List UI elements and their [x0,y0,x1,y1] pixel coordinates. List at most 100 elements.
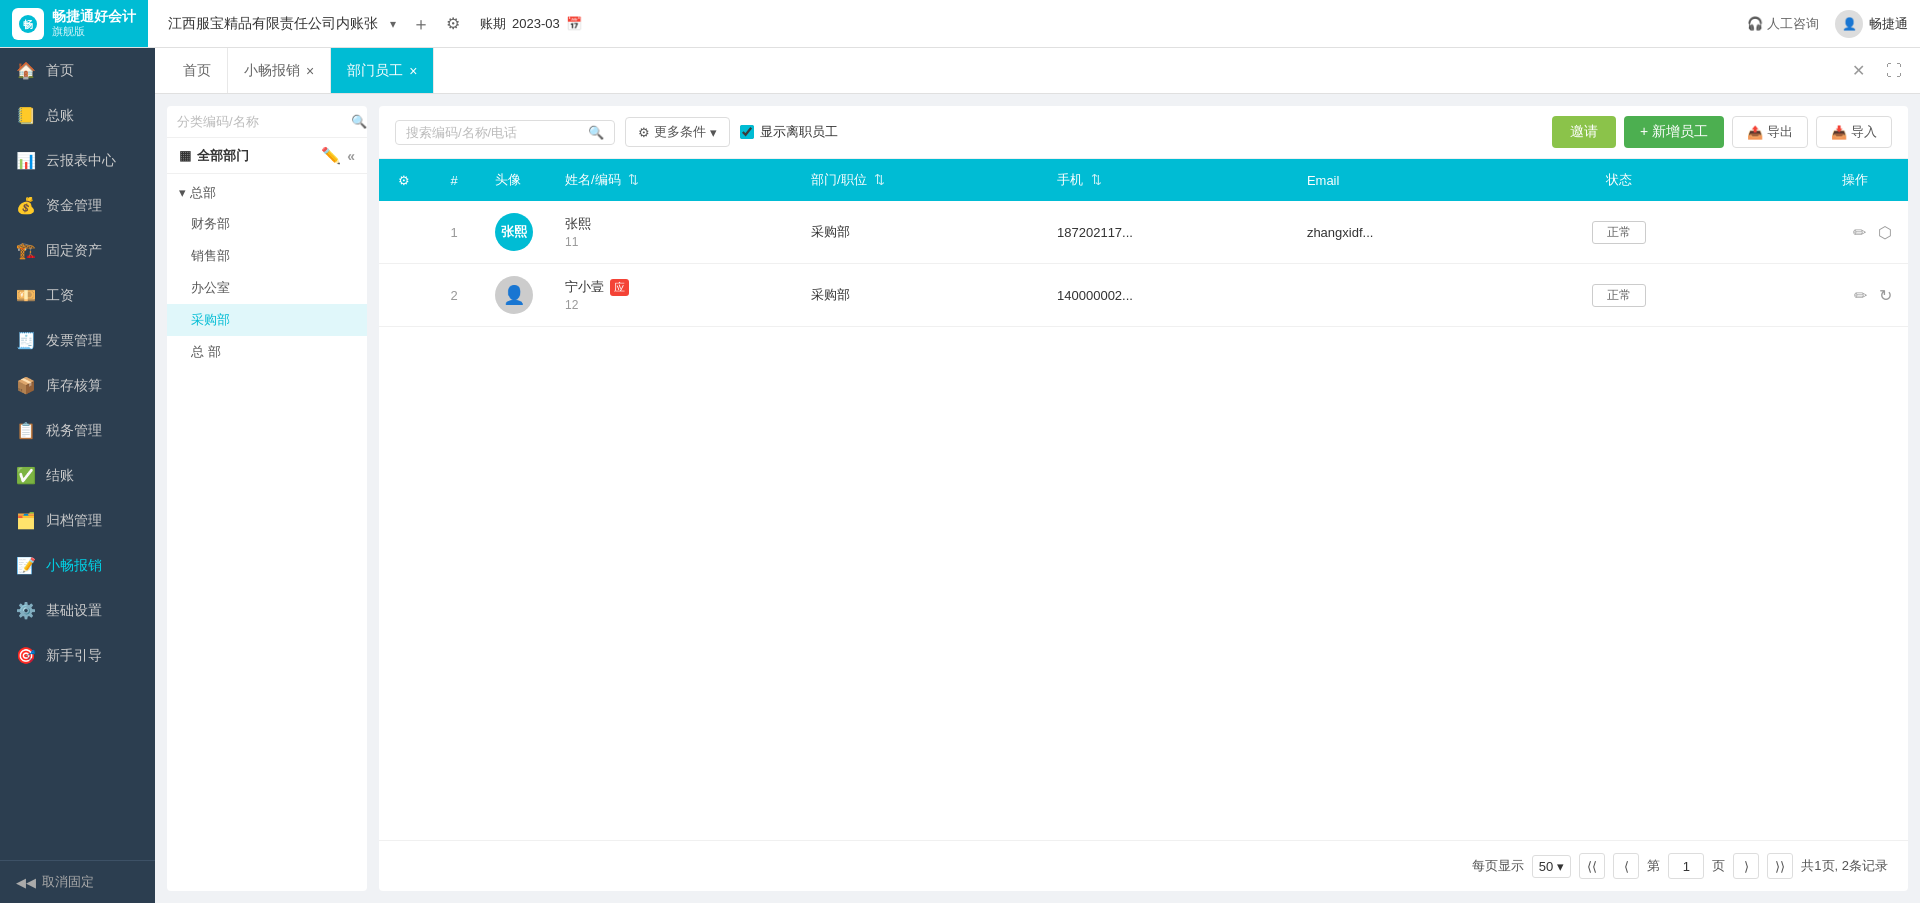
row2-edit-icon[interactable]: ✏ [1854,286,1867,305]
row1-status: 正常 [1519,201,1718,264]
page-first-button[interactable]: ⟨⟨ [1579,853,1605,879]
add-icon[interactable]: ＋ [412,12,430,36]
row1-edit-icon[interactable]: ✏ [1853,223,1866,242]
toolbar: 🔍 ⚙ 更多条件 ▾ 显示离职员工 邀请 + 新增员工 [379,106,1908,159]
col-name[interactable]: 姓名/编码 ⇅ [549,159,795,201]
sidebar-item-tax[interactable]: 📋 税务管理 [0,408,155,453]
sidebar: 🏠 首页 📒 总账 📊 云报表中心 💰 资金管理 🏗️ 固定资产 💴 工资 🧾 … [0,48,155,903]
sidebar-item-archive[interactable]: 🗂️ 归档管理 [0,498,155,543]
logo-sub: 旗舰版 [52,24,136,39]
col-settings[interactable]: ⚙ [379,159,429,201]
sidebar-label-tax: 税务管理 [46,422,102,440]
search-icon: 🔍 [588,125,604,140]
sidebar-item-inventory[interactable]: 📦 库存核算 [0,363,155,408]
sidebar-item-ledger[interactable]: 📒 总账 [0,93,155,138]
tab-close-btn[interactable]: ✕ [1844,57,1872,85]
tab-dept-staff-label: 部门员工 [347,62,403,80]
import-label: 导入 [1851,123,1877,141]
export-icon: 📤 [1747,125,1763,140]
row1-select[interactable] [379,201,429,264]
edit-dept-icon[interactable]: ✏️ [321,146,341,165]
invoice-icon: 🧾 [16,331,36,350]
page-last-button[interactable]: ⟩⟩ [1767,853,1793,879]
per-page-select[interactable]: 50 ▾ [1532,855,1571,878]
sidebar-item-settings[interactable]: ⚙️ 基础设置 [0,588,155,633]
row2-tag: 应 [610,279,629,296]
filter-button[interactable]: ⚙ 更多条件 ▾ [625,117,730,147]
calendar-icon[interactable]: 📅 [566,16,582,31]
dropdown-icon[interactable]: ▾ [390,17,396,31]
sidebar-label-reports: 云报表中心 [46,152,116,170]
page-next-button[interactable]: ⟩ [1733,853,1759,879]
page-prev-button[interactable]: ⟨ [1613,853,1639,879]
collapse-icon[interactable]: « [347,148,355,164]
tab-dept-staff-close[interactable]: × [409,63,417,79]
ledger-icon: 📒 [16,106,36,125]
right-content: 🔍 ⚙ 更多条件 ▾ 显示离职员工 邀请 + 新增员工 [379,106,1908,891]
header-right: 🎧 人工咨询 👤 畅捷通 [1747,10,1908,38]
tab-expense-close[interactable]: × [306,63,314,79]
row2-dept: 采购部 [795,264,1041,327]
show-resigned-checkbox[interactable]: 显示离职员工 [740,123,838,141]
tab-dept-staff[interactable]: 部门员工 × [331,48,434,93]
row2-refresh-icon[interactable]: ↻ [1879,286,1892,305]
invite-button[interactable]: 邀请 [1552,116,1616,148]
salary-icon: 💴 [16,286,36,305]
archive-icon: 🗂️ [16,511,36,530]
tree-body: ▾ 总部 财务部 销售部 办公室 采购部 总 部 [167,174,367,891]
filter-label: 更多条件 [654,123,706,141]
col-phone[interactable]: 手机 ⇅ [1041,159,1291,201]
tree-item-hq[interactable]: 总 部 [167,336,367,368]
sidebar-item-expense[interactable]: 📝 小畅报销 [0,543,155,588]
col-avatar: 头像 [479,159,549,201]
tree-all-dept[interactable]: ▦ 全部部门 ✏️ « [167,138,367,174]
sidebar-item-invoice[interactable]: 🧾 发票管理 [0,318,155,363]
filter-chevron-icon: ▾ [710,125,717,140]
tree-item-sales[interactable]: 销售部 [167,240,367,272]
period-info: 账期 2023-03 📅 [480,15,582,33]
export-button[interactable]: 📤 导出 [1732,116,1808,148]
row2-phone: 140000002... [1041,264,1291,327]
sidebar-item-funds[interactable]: 💰 资金管理 [0,183,155,228]
sidebar-item-home[interactable]: 🏠 首页 [0,48,155,93]
sidebar-item-reports[interactable]: 📊 云报表中心 [0,138,155,183]
toolbar-right: 邀请 + 新增员工 📤 导出 📥 导入 [1552,116,1892,148]
search-input[interactable] [406,125,582,140]
sidebar-label-home: 首页 [46,62,74,80]
logo-icon: 畅 [12,8,44,40]
settings-icon[interactable]: ⚙ [446,14,460,33]
export-label: 导出 [1767,123,1793,141]
sidebar-item-closing[interactable]: ✅ 结账 [0,453,155,498]
page-text: 第 [1647,857,1660,875]
show-resigned-input[interactable] [740,125,754,139]
closing-icon: ✅ [16,466,36,485]
tree-item-purchase[interactable]: 采购部 [167,304,367,336]
tree-search-input[interactable] [177,114,345,129]
tab-home[interactable]: 首页 [167,48,228,93]
tab-expense[interactable]: 小畅报销 × [228,48,331,93]
add-employee-button[interactable]: + 新增员工 [1624,116,1724,148]
service-button[interactable]: 🎧 人工咨询 [1747,15,1819,33]
row1-name: 张熙 [565,215,591,233]
sidebar-item-fixed-assets[interactable]: 🏗️ 固定资产 [0,228,155,273]
row2-index: 2 [429,264,479,327]
row1-logout-icon[interactable]: ⬡ [1878,223,1892,242]
tree-item-office[interactable]: 办公室 [167,272,367,304]
funds-icon: 💰 [16,196,36,215]
row2-select[interactable] [379,264,429,327]
import-button[interactable]: 📥 导入 [1816,116,1892,148]
all-dept-label: 全部部门 [197,147,249,165]
tabs-bar: 首页 小畅报销 × 部门员工 × ✕ ⛶ [155,48,1920,94]
sidebar-item-guide[interactable]: 🎯 新手引导 [0,633,155,678]
col-dept[interactable]: 部门/职位 ⇅ [795,159,1041,201]
page-input[interactable] [1668,853,1704,879]
sidebar-label-fixed-assets: 固定资产 [46,242,102,260]
tree-item-finance[interactable]: 财务部 [167,208,367,240]
tab-expand-btn[interactable]: ⛶ [1880,57,1908,85]
row2-avatar: 👤 [479,264,549,327]
row2-email [1291,264,1519,327]
cancel-pin-button[interactable]: ◀◀ 取消固定 [0,860,155,903]
reports-icon: 📊 [16,151,36,170]
sidebar-item-salary[interactable]: 💴 工资 [0,273,155,318]
user-menu[interactable]: 👤 畅捷通 [1835,10,1908,38]
